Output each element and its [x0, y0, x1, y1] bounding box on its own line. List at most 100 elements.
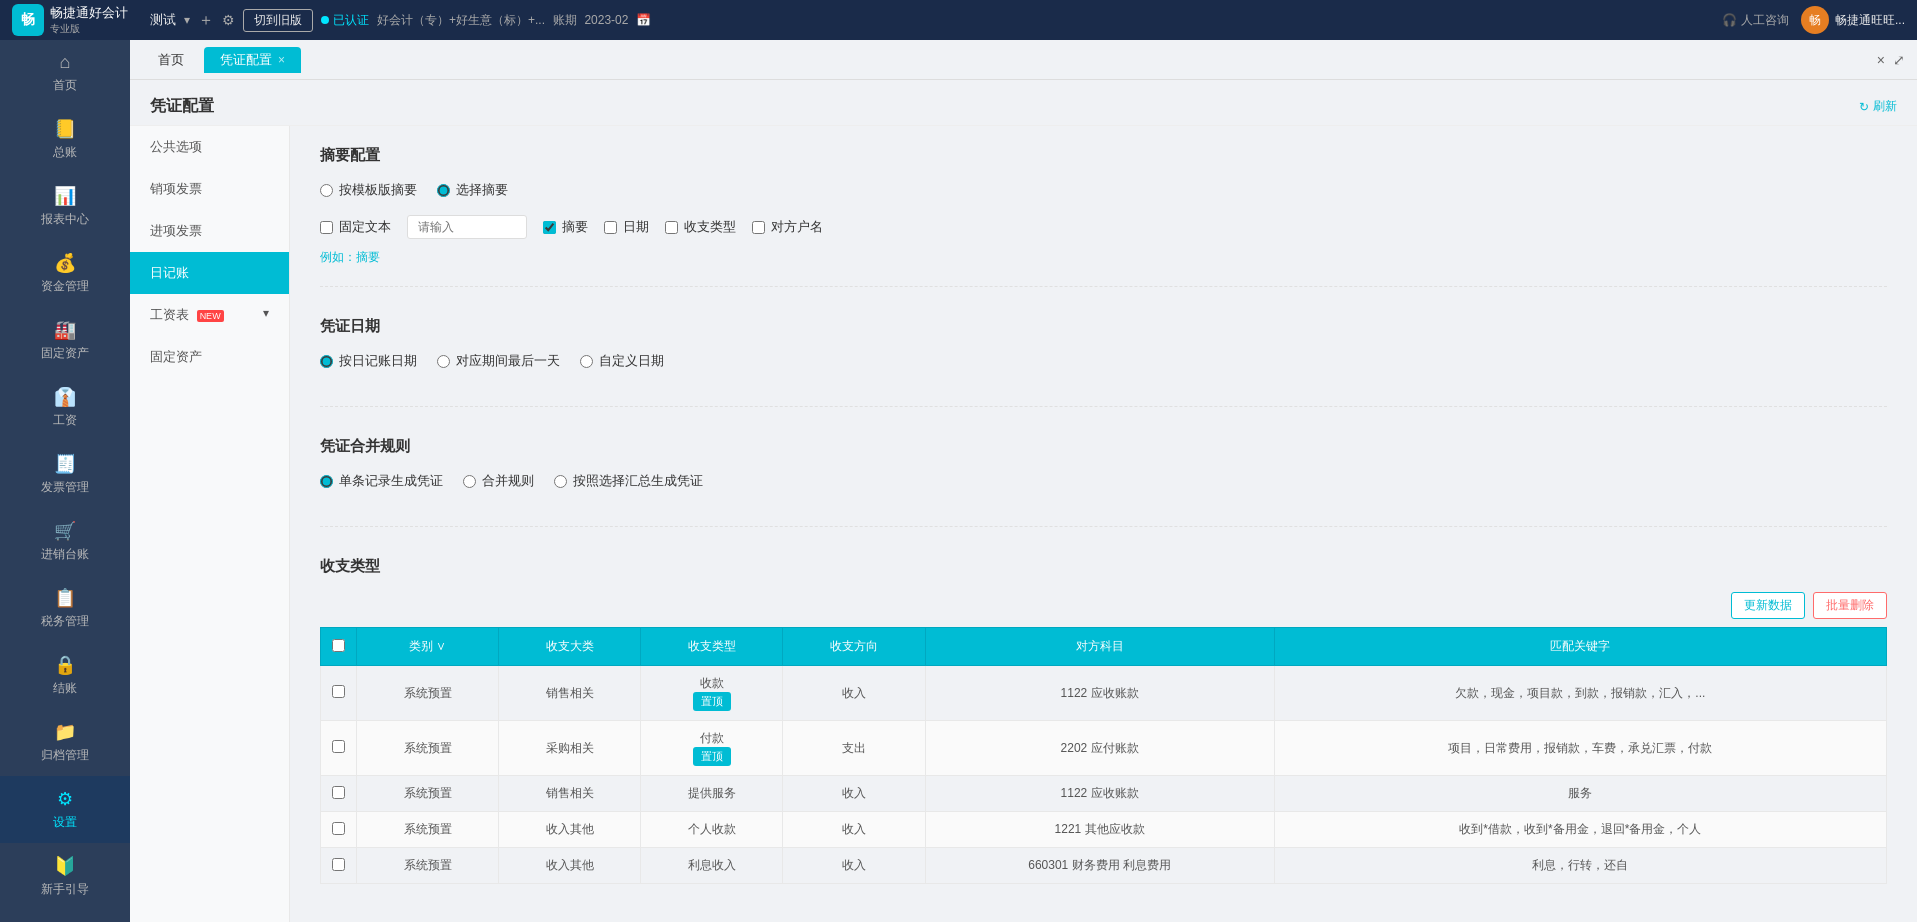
fund-icon: 💰: [54, 252, 76, 274]
row-checkbox[interactable]: [332, 858, 345, 871]
row-checkbox[interactable]: [332, 786, 345, 799]
custom-date-radio[interactable]: 自定义日期: [580, 352, 664, 370]
sidebar-item-assets[interactable]: 🏭 固定资产: [0, 307, 130, 374]
summary-template-radio[interactable]: 按模板版摘要: [320, 181, 417, 199]
select-total-radio[interactable]: 按照选择汇总生成凭证: [554, 472, 703, 490]
sub-nav-sales-invoice[interactable]: 销项发票: [130, 168, 289, 210]
sub-nav-public[interactable]: 公共选项: [130, 126, 289, 168]
sidebar-item-home[interactable]: ⌂ 首页: [0, 40, 130, 106]
sidebar-item-member[interactable]: 👑 畅会员: [0, 910, 130, 922]
company-dropdown-icon[interactable]: ▾: [184, 13, 190, 27]
sub-nav-salary-table[interactable]: 工资表 NEW ▾: [130, 294, 289, 336]
table-header-row: 更新数据 批量删除: [320, 592, 1887, 619]
sidebar-item-settings[interactable]: ⚙ 设置: [0, 776, 130, 843]
income-type-title: 收支类型: [320, 557, 1887, 576]
topbar: 畅 畅捷通好会计 专业版 测试 ▾ ＋ ⚙ 切到旧版 已认证 好会计（专）+好生…: [0, 0, 1917, 40]
pin-button[interactable]: 置顶: [693, 747, 731, 766]
summary-config-section: 摘要配置 按模板版摘要 选择摘要: [320, 146, 1887, 287]
user-menu[interactable]: 畅 畅捷通旺旺...: [1801, 6, 1905, 34]
row-account: 1122 应收账款: [925, 666, 1274, 721]
row-direction: 收入: [783, 848, 925, 884]
merge-rule-radio[interactable]: 合并规则: [463, 472, 534, 490]
page-title: 凭证配置: [150, 96, 214, 117]
sidebar-item-invoice-mgmt[interactable]: 🧾 发票管理: [0, 441, 130, 508]
row-keywords: 服务: [1274, 776, 1886, 812]
summary-checkbox[interactable]: 摘要: [543, 218, 588, 236]
company-name: 测试: [150, 11, 176, 29]
status-badge: 已认证: [321, 12, 369, 29]
sub-nav-purchase-invoice[interactable]: 进项发票: [130, 210, 289, 252]
fixed-text-checkbox[interactable]: 固定文本: [320, 218, 391, 236]
table-header-major: 收支大类: [499, 628, 641, 666]
merge-rules-radio-group: 单条记录生成凭证 合并规则 按照选择汇总生成凭证: [320, 472, 1887, 490]
sidebar-item-archive[interactable]: 📁 归档管理: [0, 709, 130, 776]
voucher-date-title: 凭证日期: [320, 317, 1887, 336]
assets-icon: 🏭: [54, 319, 76, 341]
voucher-date-radio-group: 按日记账日期 对应期间最后一天 自定义日期: [320, 352, 1887, 370]
row-checkbox[interactable]: [332, 740, 345, 753]
period-last-radio[interactable]: 对应期间最后一天: [437, 352, 560, 370]
tab-voucher-config[interactable]: 凭证配置 ×: [204, 47, 301, 73]
summary-checkbox-row: 固定文本 摘要 日期 收支类型: [320, 215, 1887, 239]
content-area: 首页 凭证配置 × × ⤢ 凭证配置 ↻ 刷新 公共选项: [130, 40, 1917, 922]
add-icon[interactable]: ＋: [198, 10, 214, 31]
expand-window-button[interactable]: ⤢: [1893, 52, 1905, 68]
row-direction: 收入: [783, 812, 925, 848]
row-major: 销售相关: [499, 666, 641, 721]
sidebar-item-ledger[interactable]: 📒 总账: [0, 106, 130, 173]
row-major: 采购相关: [499, 721, 641, 776]
counterpart-checkbox[interactable]: 对方户名: [752, 218, 823, 236]
row-type: 收款 置顶: [641, 666, 783, 721]
row-checkbox[interactable]: [332, 685, 345, 698]
row-checkbox-cell: [321, 721, 357, 776]
sidebar-item-fund[interactable]: 💰 资金管理: [0, 240, 130, 307]
summary-select-radio[interactable]: 选择摘要: [437, 181, 508, 199]
row-category: 系统预置: [357, 812, 499, 848]
table-header-category: 类别 ∨: [357, 628, 499, 666]
accounting-info: 好会计（专）+好生意（标）+...: [377, 12, 545, 29]
sidebar-item-report[interactable]: 📊 报表中心: [0, 173, 130, 240]
row-type: 个人收款: [641, 812, 783, 848]
tax-icon: 📋: [54, 587, 76, 609]
journal-date-radio[interactable]: 按日记账日期: [320, 352, 417, 370]
update-data-button[interactable]: 更新数据: [1731, 592, 1805, 619]
salary-icon: 👔: [54, 386, 76, 408]
calendar-icon[interactable]: 📅: [636, 13, 651, 27]
sidebar-item-salary[interactable]: 👔 工资: [0, 374, 130, 441]
gear-icon[interactable]: ⚙: [222, 12, 235, 28]
refresh-button[interactable]: ↻ 刷新: [1859, 98, 1897, 115]
sub-nav-fixed-assets[interactable]: 固定资产: [130, 336, 289, 378]
row-major: 收入其他: [499, 812, 641, 848]
pin-button[interactable]: 置顶: [693, 692, 731, 711]
tab-home[interactable]: 首页: [142, 47, 200, 73]
switch-version-button[interactable]: 切到旧版: [243, 9, 313, 32]
sidebar-item-guide[interactable]: 🔰 新手引导: [0, 843, 130, 910]
service-button[interactable]: 🎧 人工咨询: [1722, 12, 1789, 29]
batch-delete-button[interactable]: 批量删除: [1813, 592, 1887, 619]
summary-radio-group: 按模板版摘要 选择摘要: [320, 181, 1887, 199]
summary-config-title: 摘要配置: [320, 146, 1887, 165]
main-layout: ⌂ 首页 📒 总账 📊 报表中心 💰 资金管理 🏭 固定资产 👔 工资 🧾 发票…: [0, 40, 1917, 922]
tab-close-icon[interactable]: ×: [278, 53, 285, 67]
row-account: 660301 财务费用 利息费用: [925, 848, 1274, 884]
row-checkbox[interactable]: [332, 822, 345, 835]
refresh-icon: ↻: [1859, 100, 1869, 114]
row-keywords: 欠款，现金，项目款，到款，报销款，汇入，...: [1274, 666, 1886, 721]
page-header: 凭证配置 ↻ 刷新: [130, 80, 1917, 126]
sidebar-item-close[interactable]: 🔒 结账: [0, 642, 130, 709]
sidebar-item-tax[interactable]: 📋 税务管理: [0, 575, 130, 642]
row-category: 系统预置: [357, 848, 499, 884]
date-checkbox[interactable]: 日期: [604, 218, 649, 236]
sidebar-item-purchase[interactable]: 🛒 进销台账: [0, 508, 130, 575]
sub-nav-journal[interactable]: 日记账: [130, 252, 289, 294]
tab-bar: 首页 凭证配置 × × ⤢: [130, 40, 1917, 80]
fixed-text-input[interactable]: [407, 215, 527, 239]
income-type-checkbox[interactable]: 收支类型: [665, 218, 736, 236]
single-record-radio[interactable]: 单条记录生成凭证: [320, 472, 443, 490]
close-window-button[interactable]: ×: [1877, 52, 1885, 68]
income-type-section: 收支类型 更新数据 批量删除 类别 ∨ 收支大类: [320, 557, 1887, 884]
new-badge: NEW: [197, 310, 224, 322]
select-all-checkbox[interactable]: [332, 639, 345, 652]
table-row: 系统预置 收入其他 个人收款 收入 1221 其他应收款 收到*借款，收到*备用…: [321, 812, 1887, 848]
headset-icon: 🎧: [1722, 13, 1737, 27]
